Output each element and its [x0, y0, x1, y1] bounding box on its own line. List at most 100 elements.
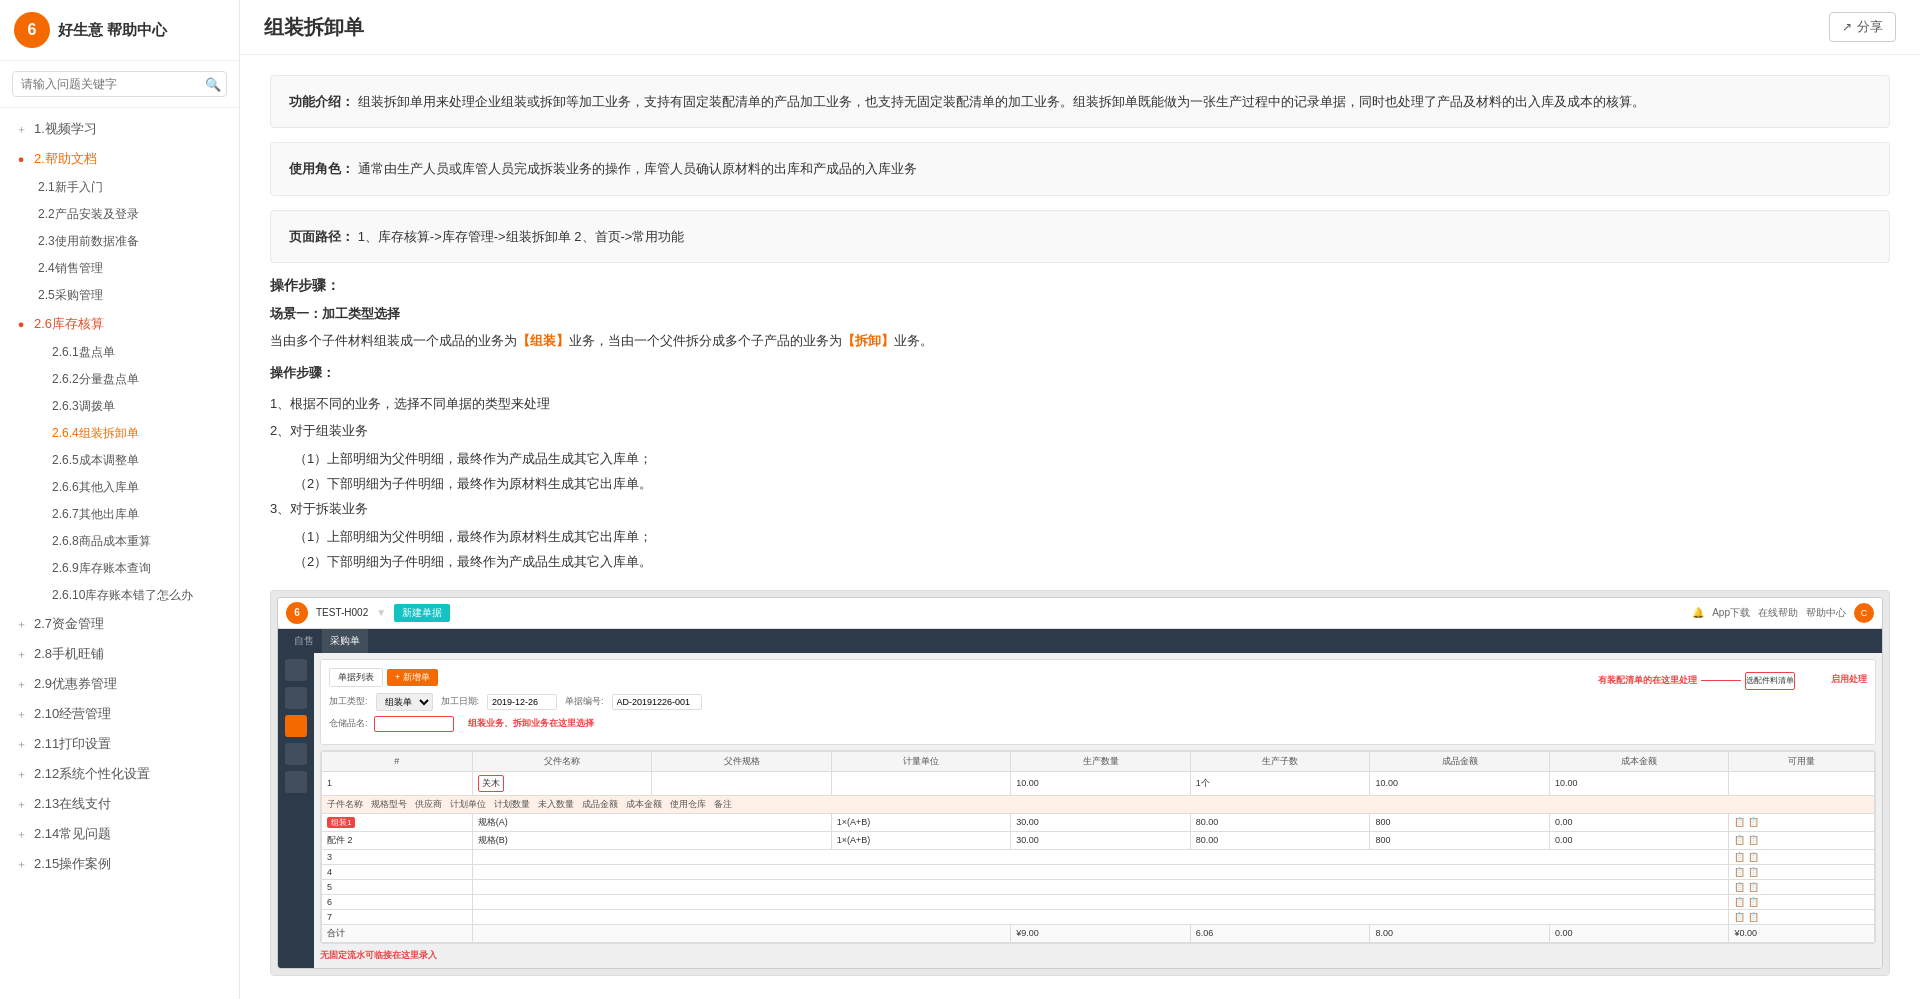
mock-left-icon-2 [285, 687, 307, 709]
sidebar-item-2-8[interactable]: ＋ 2.8手机旺铺 [0, 639, 239, 669]
sidebar-item-2-5[interactable]: 2.5采购管理 [0, 282, 239, 309]
search-bar: 🔍 [0, 61, 239, 108]
mock-label-warehouse: 仓储品名: [329, 717, 368, 730]
logo-icon: 6 [14, 12, 50, 48]
sub-step-2-2: （2）下部明细为子件明细，最终作为产成品生成其它入库单。 [294, 550, 1890, 573]
sidebar-item-2-6-1[interactable]: 2.6.1盘点单 [0, 339, 239, 366]
sidebar-item-2-6-3[interactable]: 2.6.3调拨单 [0, 393, 239, 420]
mock-cell-prod-qty: 10.00 [1011, 771, 1191, 795]
mock-left-icon-5 [285, 771, 307, 793]
table-row-sub-2: 配件 2 规格(B) 1×(A+B) 30.00 80.00 800 0.00 … [322, 831, 1875, 849]
sidebar-item-2-14[interactable]: ＋ 2.14常见问题 [0, 819, 239, 849]
step-2: 2、对于组装业务 [270, 419, 1890, 442]
step-3: 3、对于拆装业务 [270, 497, 1890, 520]
mock-cell-num: 1 [322, 771, 473, 795]
sidebar-item-2-6-10[interactable]: 2.6.10库存账本错了怎么办 [0, 582, 239, 609]
mock-col-sub-qty: 生产子数 [1190, 751, 1370, 771]
scenario1-title: 场景一：加工类型选择 [270, 305, 1890, 323]
sidebar-item-2-7[interactable]: ＋ 2.7资金管理 [0, 609, 239, 639]
mock-cell-prod-amt: 10.00 [1370, 771, 1550, 795]
mock-warehouse-input[interactable] [374, 716, 454, 732]
sidebar-item-2-12[interactable]: ＋ 2.12系统个性化设置 [0, 759, 239, 789]
mock-cell-unit [831, 771, 1011, 795]
table-row-6: 6 📋 📋 [322, 894, 1875, 909]
mock-left-icon-1 [285, 659, 307, 681]
sidebar-item-2-6-7[interactable]: 2.6.7其他出库单 [0, 501, 239, 528]
sidebar-item-2-13[interactable]: ＋ 2.13在线支付 [0, 789, 239, 819]
annotation-3: 启用处理 [1831, 674, 1867, 684]
main-area: 组装拆卸单 ↗ 分享 功能介绍： 组装拆卸单用来处理企业组装或拆卸等加工业务，支… [240, 0, 1920, 999]
sidebar-item-2-4[interactable]: 2.4销售管理 [0, 255, 239, 282]
sidebar-item-2-11[interactable]: ＋ 2.11打印设置 [0, 729, 239, 759]
main-content: 功能介绍： 组装拆卸单用来处理企业组装或拆卸等加工业务，支持有固定装配清单的产品… [240, 55, 1920, 999]
path-label: 页面路径： [289, 229, 354, 244]
role-text: 通常由生产人员或库管人员完成拆装业务的操作，库管人员确认原材料的出库和产成品的入… [358, 161, 917, 176]
mock-date-input[interactable] [487, 694, 557, 710]
plus-icon-4: ＋ [14, 677, 28, 691]
plus-icon-6: ＋ [14, 737, 28, 751]
mock-left-icon-3 [285, 715, 307, 737]
table-row-sub-header: 子件名称规格型号供应商计划单位计划数量未入数量成品金额成本金额使用仓库备注 [322, 795, 1875, 813]
sub-step-2-1: （1）上部明细为父件明细，最终作为原材料生成其它出库单； [294, 525, 1890, 548]
mock-docno-input[interactable] [612, 694, 702, 710]
sidebar-item-1[interactable]: ＋ 1.视频学习 [0, 114, 239, 144]
table-row-7: 7 📋 📋 [322, 909, 1875, 924]
sidebar-item-2-6-8[interactable]: 2.6.8商品成本重算 [0, 528, 239, 555]
share-button[interactable]: ↗ 分享 [1829, 12, 1896, 42]
plus-icon: ＋ [14, 122, 28, 136]
mock-tab-new[interactable]: + 新增单 [387, 669, 438, 686]
mock-cell-cost-amt: 10.00 [1549, 771, 1729, 795]
sidebar-item-2-9[interactable]: ＋ 2.9优惠券管理 [0, 669, 239, 699]
sidebar-item-2-10[interactable]: ＋ 2.10经营管理 [0, 699, 239, 729]
mock-cell-spec [652, 771, 832, 795]
mock-cell-sub-qty: 1个 [1190, 771, 1370, 795]
mock-select-type[interactable]: 组装单 拆卸单 [376, 693, 433, 711]
sidebar-item-2-6-4[interactable]: 2.6.4组装拆卸单 [0, 420, 239, 447]
mock-col-name: 父件名称 [472, 751, 652, 771]
sidebar-item-2-3[interactable]: 2.3使用前数据准备 [0, 228, 239, 255]
sidebar-item-2-6-9[interactable]: 2.6.9库存账本查询 [0, 555, 239, 582]
sidebar-item-2-1[interactable]: 2.1新手入门 [0, 174, 239, 201]
table-row-3: 3 📋 📋 [322, 849, 1875, 864]
sidebar-item-2[interactable]: ● 2.帮助文档 [0, 144, 239, 174]
annotation-1: 有装配清单的在这里处理 [1598, 674, 1697, 687]
sidebar-item-2-6[interactable]: ● 2.6库存核算 [0, 309, 239, 339]
search-button[interactable]: 🔍 [205, 77, 221, 92]
plus-icon-10: ＋ [14, 857, 28, 871]
sidebar-item-2-6-6[interactable]: 2.6.6其他入库单 [0, 474, 239, 501]
table-row-4: 4 📋 📋 [322, 864, 1875, 879]
sidebar: 6 好生意 帮助中心 🔍 ＋ 1.视频学习 ● 2.帮助文档 2.1新手入门 2… [0, 0, 240, 999]
sidebar-item-2-2[interactable]: 2.2产品安装及登录 [0, 201, 239, 228]
page-title: 组装拆卸单 [264, 14, 364, 41]
annotation-2: 组装业务、拆卸业务在这里选择 [468, 717, 594, 730]
func-intro-block: 功能介绍： 组装拆卸单用来处理企业组装或拆卸等加工业务，支持有固定装配清单的产品… [270, 75, 1890, 128]
path-block: 页面路径： 1、库存核算->库存管理->组装拆卸单 2、首页->常用功能 [270, 210, 1890, 263]
table-row-5: 5 📋 📋 [322, 879, 1875, 894]
plus-icon-7: ＋ [14, 767, 28, 781]
sidebar-item-2-6-2[interactable]: 2.6.2分量盘点单 [0, 366, 239, 393]
mock-col-spec: 父件规格 [652, 751, 832, 771]
sidebar-item-2-6-5[interactable]: 2.6.5成本调整单 [0, 447, 239, 474]
steps-list: 1、根据不同的业务，选择不同单据的类型来处理 2、对于组装业务 （1）上部明细为… [270, 392, 1890, 574]
mock-col-cost-amt: 成本金额 [1549, 751, 1729, 771]
mock-logo: 6 [286, 602, 308, 624]
mock-tab-list[interactable]: 单据列表 [329, 668, 383, 687]
mock-col-prod-qty: 生产数量 [1011, 751, 1191, 771]
sub-step-1-1: （1）上部明细为父件明细，最终作为产成品生成其它入库单； [294, 447, 1890, 470]
search-input[interactable] [12, 71, 227, 97]
plus-icon-2: ＋ [14, 617, 28, 631]
mock-cell-name: 关木 [472, 771, 652, 795]
table-footer-row: 合计 ¥9.00 6.06 8.00 0.00 ¥0.00 [322, 924, 1875, 942]
plus-icon-5: ＋ [14, 707, 28, 721]
sidebar-header: 6 好生意 帮助中心 [0, 0, 239, 61]
role-label: 使用角色： [289, 161, 354, 176]
sidebar-item-2-15[interactable]: ＋ 2.15操作案例 [0, 849, 239, 879]
mock-label-docno: 单据编号: [565, 695, 604, 708]
func-intro-text: 组装拆卸单用来处理企业组装或拆卸等加工业务，支持有固定装配清单的产品加工业务，也… [358, 94, 1645, 109]
screenshot-container: 6 TEST-H002 ▼ 新建单据 🔔App下载在线帮助帮助中心 C 自售 [270, 590, 1890, 976]
share-icon: ↗ [1842, 20, 1852, 34]
mock-nav-purchase: 采购单 [322, 629, 368, 653]
mock-label-type: 加工类型: [329, 695, 368, 708]
mock-new-doc-btn: 新建单据 [394, 604, 450, 622]
mock-cell-avail [1729, 771, 1875, 795]
